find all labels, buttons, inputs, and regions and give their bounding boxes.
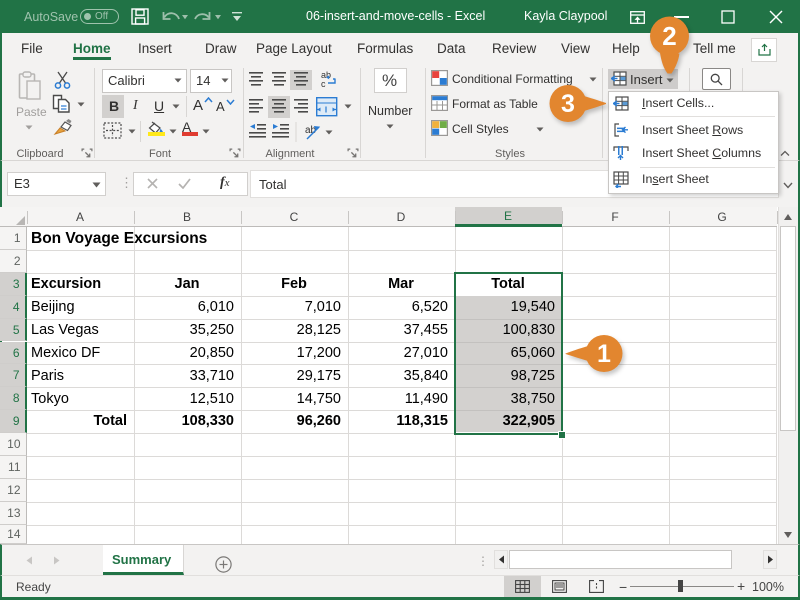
svg-text:3: 3 bbox=[561, 90, 575, 118]
svg-text:c: c bbox=[321, 79, 326, 89]
svg-text:1: 1 bbox=[597, 340, 611, 368]
svg-text:2: 2 bbox=[662, 21, 676, 51]
